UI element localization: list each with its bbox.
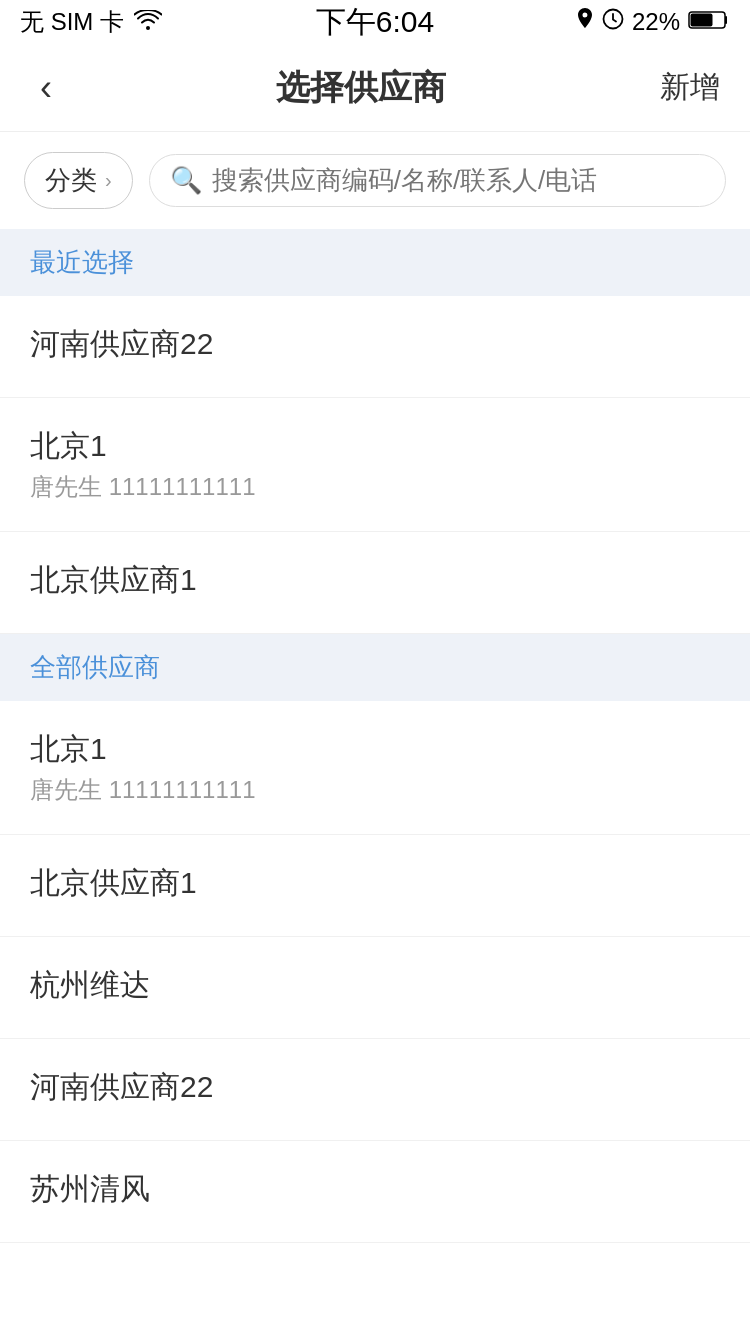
chevron-right-icon: › — [105, 169, 112, 192]
list-item[interactable]: 北京供应商1 — [0, 532, 750, 634]
search-box: 🔍 — [149, 154, 726, 207]
item-name: 河南供应商22 — [30, 324, 720, 365]
location-icon — [576, 8, 594, 36]
list-item[interactable]: 北京1 唐先生 11111111111 — [0, 398, 750, 532]
list-item[interactable]: 杭州维达 — [0, 937, 750, 1039]
add-button[interactable]: 新增 — [660, 67, 720, 108]
battery-icon — [688, 8, 730, 36]
recent-list: 河南供应商22 北京1 唐先生 11111111111 北京供应商1 — [0, 296, 750, 634]
clock-icon — [602, 8, 624, 36]
item-name: 河南供应商22 — [30, 1067, 720, 1108]
page-title: 选择供应商 — [276, 65, 446, 111]
carrier-label: 无 SIM 卡 — [20, 6, 124, 38]
category-label: 分类 — [45, 163, 97, 198]
item-name: 杭州维达 — [30, 965, 720, 1006]
item-name: 北京1 — [30, 729, 720, 770]
search-input[interactable] — [212, 165, 705, 196]
back-button[interactable]: ‹ — [30, 57, 62, 119]
item-name: 北京1 — [30, 426, 720, 467]
item-sub: 唐先生 11111111111 — [30, 774, 720, 806]
item-name: 北京供应商1 — [30, 560, 720, 601]
list-item[interactable]: 北京供应商1 — [0, 835, 750, 937]
wifi-icon — [134, 8, 162, 36]
nav-bar: ‹ 选择供应商 新增 — [0, 44, 750, 132]
filter-bar: 分类 › 🔍 — [0, 132, 750, 229]
item-sub: 唐先生 11111111111 — [30, 471, 720, 503]
all-section-header: 全部供应商 — [0, 634, 750, 701]
item-name: 北京供应商1 — [30, 863, 720, 904]
category-button[interactable]: 分类 › — [24, 152, 133, 209]
list-item[interactable]: 河南供应商22 — [0, 1039, 750, 1141]
battery-label: 22% — [632, 8, 680, 36]
list-item[interactable]: 苏州清风 — [0, 1141, 750, 1243]
recent-section-header: 最近选择 — [0, 229, 750, 296]
svg-rect-2 — [691, 14, 713, 27]
item-name: 苏州清风 — [30, 1169, 720, 1210]
list-item[interactable]: 河南供应商22 — [0, 296, 750, 398]
search-icon: 🔍 — [170, 165, 202, 196]
all-list: 北京1 唐先生 11111111111 北京供应商1 杭州维达河南供应商22 苏州清风 — [0, 701, 750, 1243]
status-time: 下午6:04 — [316, 2, 434, 43]
status-bar: 无 SIM 卡 下午6:04 22% — [0, 0, 750, 44]
status-left: 无 SIM 卡 — [20, 6, 162, 38]
list-item[interactable]: 北京1 唐先生 11111111111 — [0, 701, 750, 835]
status-right: 22% — [576, 8, 730, 36]
